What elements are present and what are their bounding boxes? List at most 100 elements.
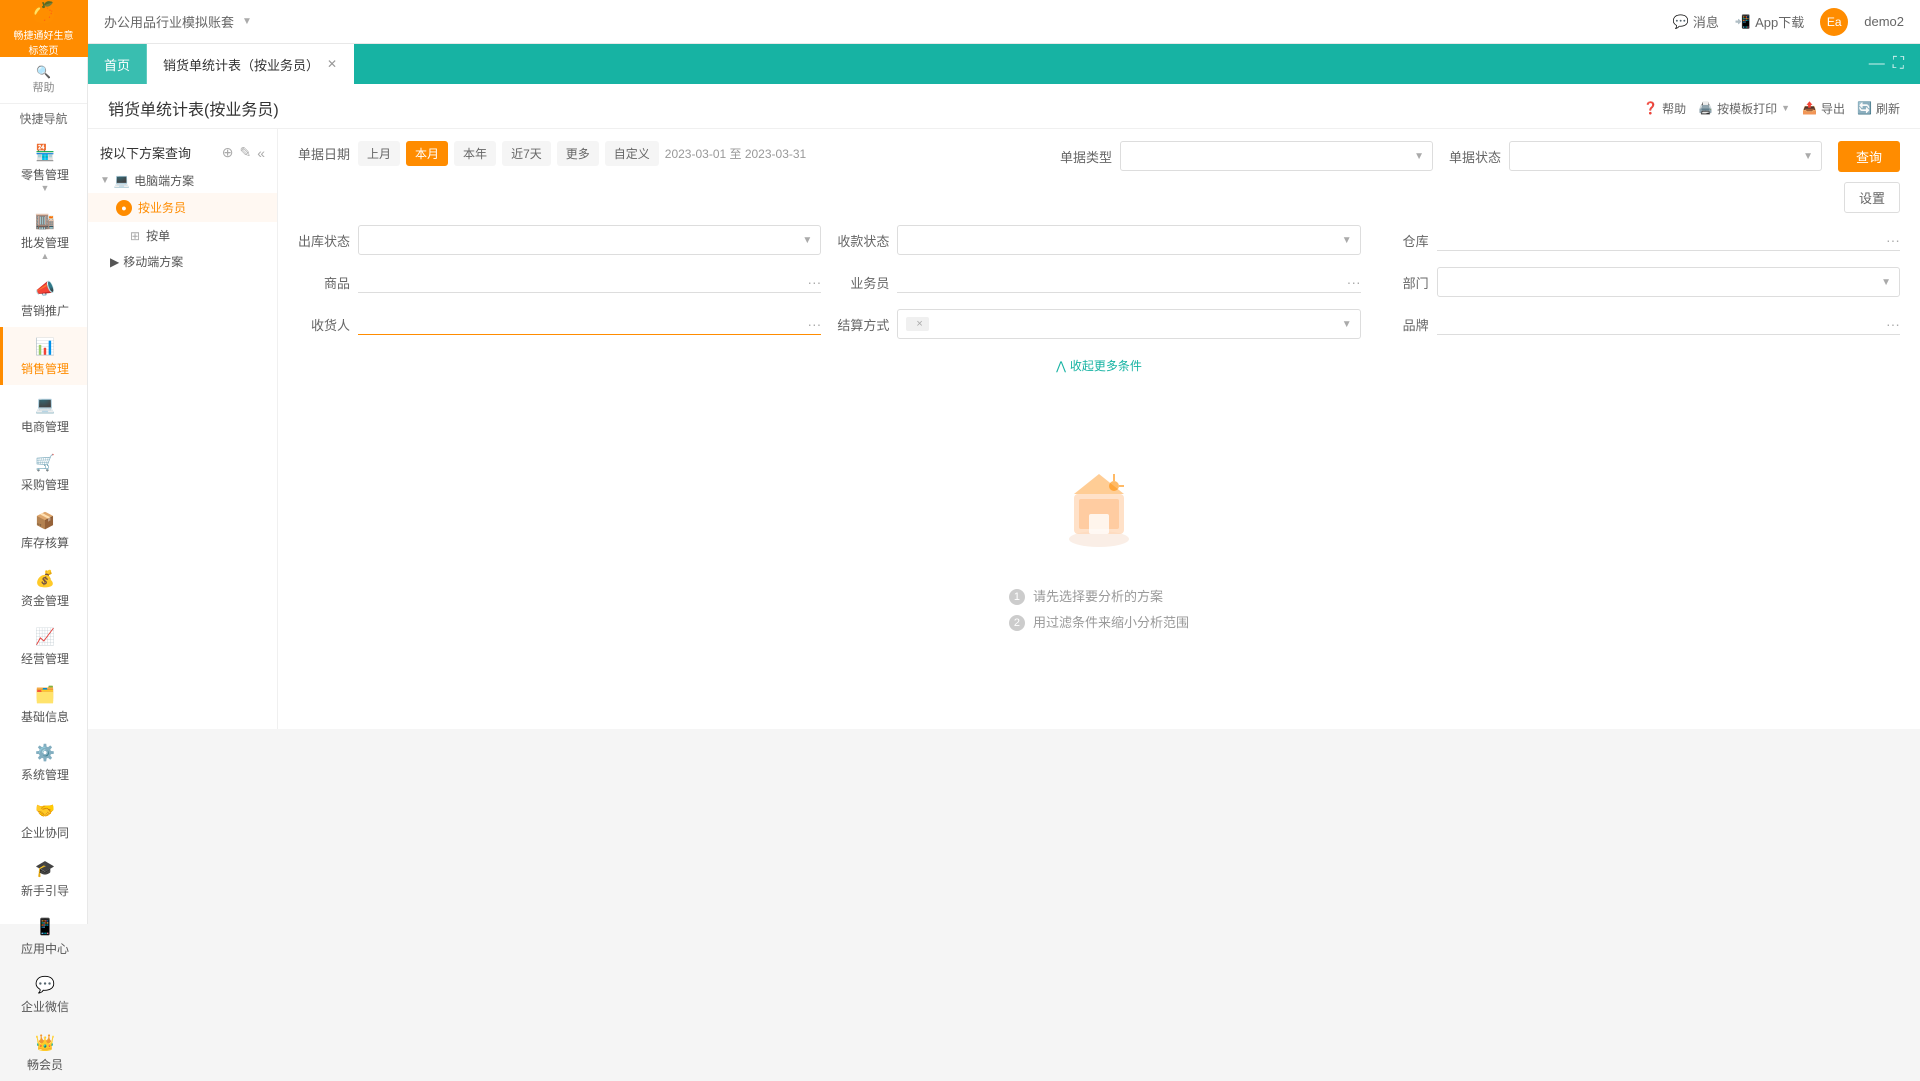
goods-label: 商品 — [298, 273, 350, 292]
collapse-label: 收起更多条件 — [1070, 357, 1142, 374]
empty-state: 1 请先选择要分析的方案 2 用过滤条件来缩小分析范围 — [298, 384, 1900, 676]
sidebar-shortcut[interactable]: 快捷导航 — [0, 104, 87, 133]
query-button[interactable]: 查询 — [1838, 141, 1900, 172]
user-name[interactable]: demo2 — [1864, 14, 1904, 29]
sidebar-item-marketing[interactable]: 📣 营销推广 — [0, 269, 87, 327]
settle-input-box[interactable]: × ▼ — [897, 309, 1360, 339]
receipt-status-dropdown-icon: ▼ — [1342, 235, 1352, 246]
export-btn[interactable]: 📤 导出 — [1802, 100, 1845, 117]
scheme-category-desktop[interactable]: ▼ 💻 电脑端方案 — [88, 168, 277, 193]
filter-row-2: 出库状态 ▼ 收款状态 ▼ — [298, 225, 1900, 255]
tab-sales-stat-label: 销货单统计表（按业务员） — [163, 55, 319, 74]
consignee-input-wrap: ··· — [358, 313, 821, 335]
page-title: 销货单统计表(按业务员) — [108, 96, 279, 120]
goods-input-wrap: ··· — [358, 271, 821, 293]
tab-maximize-icon[interactable]: ⛶ — [1893, 55, 1904, 73]
warehouse-more-icon[interactable]: ··· — [1886, 232, 1900, 248]
refresh-btn[interactable]: 🔄 刷新 — [1857, 100, 1900, 117]
sidebar-item-corp[interactable]: 🤝 企业协同 — [0, 791, 87, 849]
appcenter-icon: 📱 — [35, 917, 55, 937]
sidebar-item-inventory[interactable]: 📦 库存核算 — [0, 501, 87, 559]
scheme-sub-item-by-order[interactable]: ⊞ 按单 — [88, 222, 277, 249]
collapse-scheme-icon[interactable]: « — [257, 145, 265, 161]
out-status-select[interactable]: ▼ — [358, 225, 821, 255]
scheme-item-by-salesperson[interactable]: ● 按业务员 — [88, 193, 277, 222]
consignee-input[interactable] — [358, 313, 803, 334]
brand-more-icon[interactable]: ··· — [1886, 316, 1900, 332]
operations-icon: 📈 — [35, 627, 55, 647]
date-btn-custom[interactable]: 自定义 — [605, 141, 659, 166]
date-btn-this-year[interactable]: 本年 — [454, 141, 496, 166]
goods-input[interactable] — [358, 271, 803, 292]
salesperson-input[interactable] — [897, 271, 1342, 292]
sidebar-item-newbie[interactable]: 🎓 新手引导 — [0, 849, 87, 907]
dept-filter: 部门 ▼ — [1377, 267, 1900, 297]
date-btn-more[interactable]: 更多 — [557, 141, 599, 166]
sidebar-item-sales[interactable]: 📊 销售管理 — [0, 327, 87, 385]
edit-scheme-icon[interactable]: ✎ — [239, 144, 251, 161]
dept-label: 部门 — [1377, 273, 1429, 292]
doc-type-select[interactable]: ▼ — [1120, 141, 1433, 171]
date-btn-this-month[interactable]: 本月 — [406, 141, 448, 166]
sidebar-label-retail: 零售管理 — [21, 166, 69, 183]
settle-filter: 结算方式 × ▼ — [837, 309, 1360, 339]
avatar-initials: Ea — [1827, 15, 1842, 29]
sidebar-item-appcenter[interactable]: 📱 应用中心 — [0, 907, 87, 965]
doc-status-dropdown-icon: ▼ — [1803, 151, 1813, 162]
settle-tag-remove[interactable]: × — [916, 318, 922, 330]
sidebar-label-wechat: 企业微信 — [21, 998, 69, 1015]
sidebar-item-purchase[interactable]: 🛒 采购管理 — [0, 443, 87, 501]
consignee-more-icon[interactable]: ··· — [807, 316, 821, 332]
content-area: 销货单统计表(按业务员) ❓ 帮助 🖨️ 按模板打印 ▼ 📤 导出 — [88, 84, 1920, 924]
add-scheme-icon[interactable]: ⊕ — [222, 144, 234, 161]
sidebar-item-system[interactable]: ⚙️ 系统管理 — [0, 733, 87, 791]
tab-home-label: 首页 — [104, 55, 130, 74]
breadcrumb-dropdown-icon[interactable]: ▼ — [242, 16, 252, 27]
sidebar-label-inventory: 库存核算 — [21, 534, 69, 551]
collapse-up-icon: ⋀ — [1056, 359, 1066, 373]
doc-status-select[interactable]: ▼ — [1509, 141, 1822, 171]
avatar[interactable]: Ea — [1820, 8, 1848, 36]
tab-close-icon[interactable]: ✕ — [327, 57, 337, 71]
logo-sub: 标签页 — [29, 42, 59, 57]
sidebar-item-wholesale[interactable]: 🏬 批发管理 ▲ — [0, 201, 87, 269]
empty-tip-2: 2 用过滤条件来缩小分析范围 — [1009, 610, 1189, 636]
salesperson-more-icon[interactable]: ··· — [1347, 274, 1361, 290]
sidebar-search[interactable]: 🔍 帮助 — [0, 57, 87, 104]
brand-input[interactable] — [1437, 313, 1882, 334]
messages-nav[interactable]: 💬 消息 — [1673, 12, 1719, 31]
tab-sales-stat[interactable]: 销货单统计表（按业务员） ✕ — [147, 44, 354, 84]
tab-home[interactable]: 首页 — [88, 44, 147, 84]
warehouse-input[interactable] — [1437, 229, 1882, 250]
date-btn-7days[interactable]: 近7天 — [502, 141, 551, 166]
sidebar-label-system: 系统管理 — [21, 766, 69, 783]
dept-select[interactable]: ▼ — [1437, 267, 1900, 297]
app-logo[interactable]: 🍊 畅捷通好生意 标签页 — [0, 0, 88, 57]
goods-more-icon[interactable]: ··· — [807, 274, 821, 290]
sidebar-label-wholesale: 批发管理 — [21, 234, 69, 251]
receipt-status-select[interactable]: ▼ — [897, 225, 1360, 255]
brand-input-wrap: ··· — [1437, 313, 1900, 335]
sidebar-item-operations[interactable]: 📈 经营管理 — [0, 617, 87, 675]
scheme-category-mobile[interactable]: ▶ 移动端方案 — [88, 249, 277, 274]
sidebar-item-ecom[interactable]: 💻 电商管理 — [0, 385, 87, 443]
sidebar-item-member[interactable]: 👑 畅会员 — [0, 1023, 87, 1081]
sidebar-label-corp: 企业协同 — [21, 824, 69, 841]
settings-button[interactable]: 设置 — [1844, 182, 1900, 213]
salesperson-label: 业务员 — [837, 273, 889, 292]
sidebar-item-retail[interactable]: 🏪 零售管理 ▼ — [0, 133, 87, 201]
consignee-label: 收货人 — [298, 315, 350, 334]
help-btn[interactable]: ❓ 帮助 — [1643, 100, 1686, 117]
collapse-filters-btn[interactable]: ⋀ 收起更多条件 — [298, 351, 1900, 384]
sidebar-item-wechat[interactable]: 💬 企业微信 — [0, 965, 87, 1023]
sidebar-item-basic[interactable]: 🗂️ 基础信息 — [0, 675, 87, 733]
date-btn-last-month[interactable]: 上月 — [358, 141, 400, 166]
print-btn[interactable]: 🖨️ 按模板打印 ▼ — [1698, 100, 1790, 117]
app-download-label: App下载 — [1755, 12, 1804, 31]
page-header: 销货单统计表(按业务员) ❓ 帮助 🖨️ 按模板打印 ▼ 📤 导出 — [88, 84, 1920, 129]
sidebar-label-purchase: 采购管理 — [21, 476, 69, 493]
help-label: 帮助 — [1662, 100, 1686, 117]
app-download-nav[interactable]: 📲 App下载 — [1735, 12, 1804, 31]
tab-minimize-icon[interactable]: — — [1869, 55, 1885, 73]
sidebar-item-finance[interactable]: 💰 资金管理 — [0, 559, 87, 617]
